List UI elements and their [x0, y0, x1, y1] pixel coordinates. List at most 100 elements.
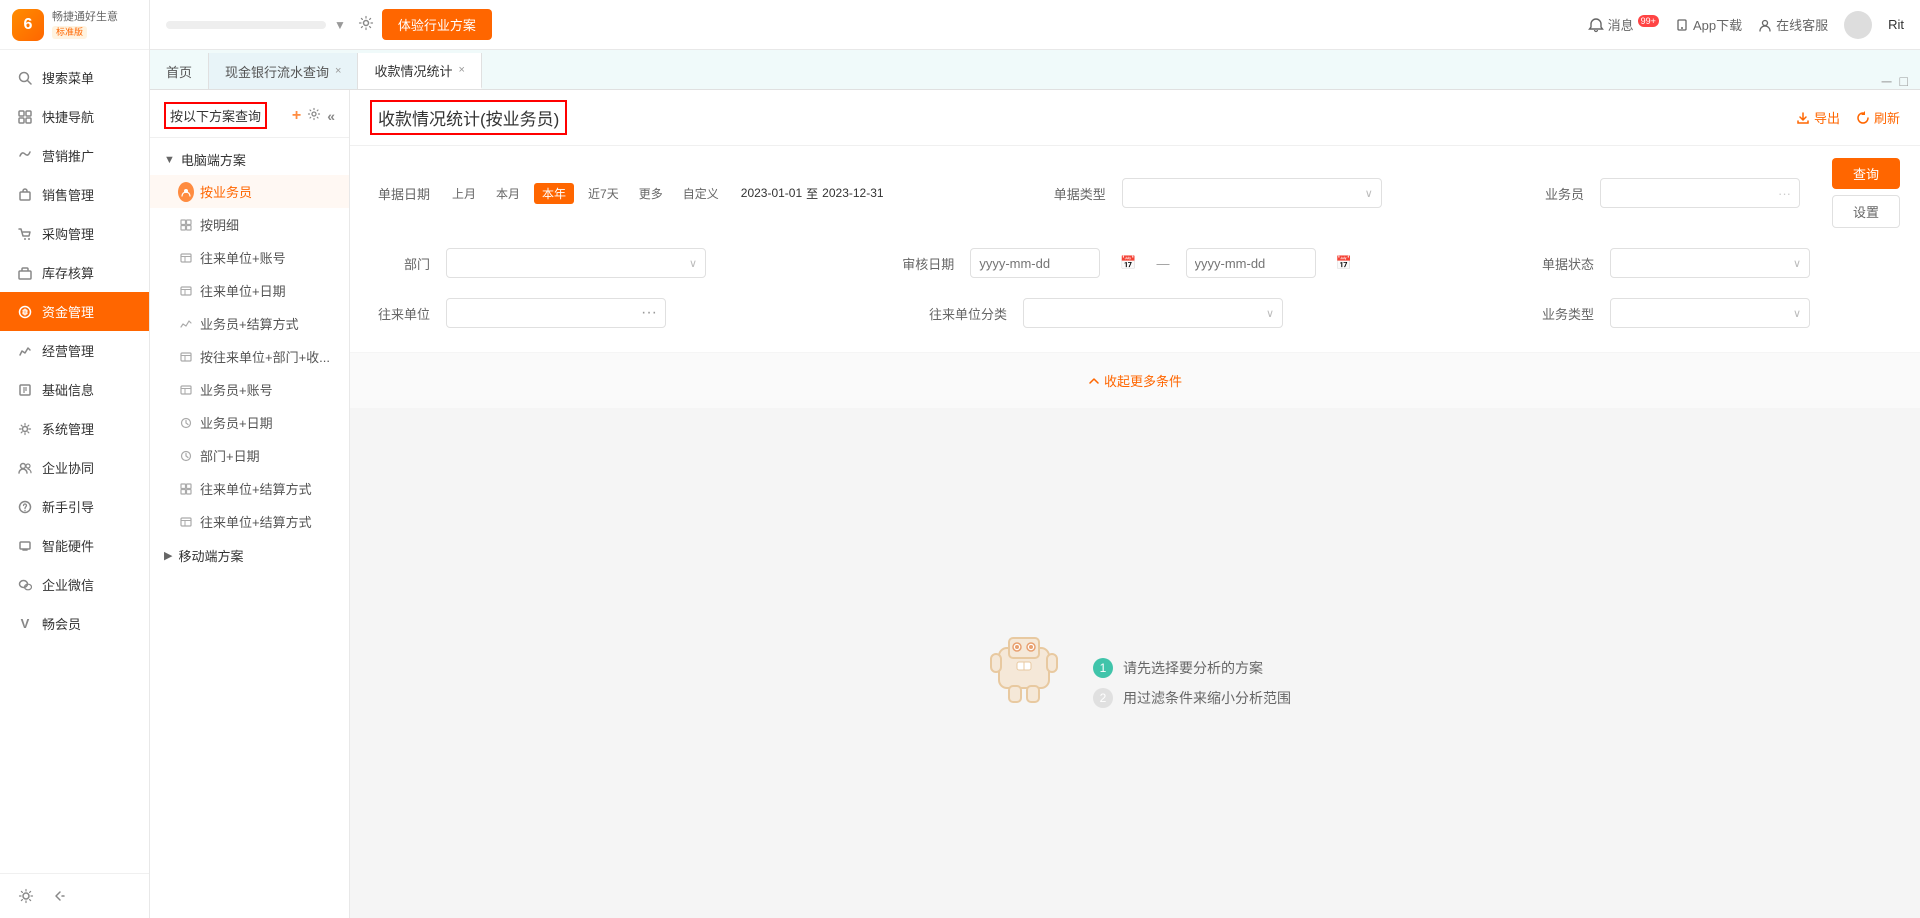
sidebar-label-purchase: 采购管理 — [42, 224, 94, 243]
window-minimize-icon[interactable]: ─ — [1882, 73, 1892, 89]
scheme-item-partner-dept[interactable]: 按往来单位+部门+收... — [150, 340, 349, 373]
date-range-display: 2023-01-01 至 2023-12-31 — [741, 185, 884, 202]
sidebar-item-member[interactable]: V 畅会员 — [0, 604, 149, 643]
date-btn-custom[interactable]: 自定义 — [677, 183, 725, 204]
topbar-gear-icon[interactable] — [358, 15, 374, 34]
scheme-collapse-btn[interactable]: « — [327, 108, 335, 124]
tab-collection[interactable]: 收款情况统计 × — [358, 53, 481, 89]
settings-icon[interactable] — [16, 886, 36, 906]
topbar-dropdown[interactable]: ▼ — [334, 18, 346, 32]
scheme-add-btn[interactable]: + — [292, 107, 301, 125]
review-date-from[interactable] — [970, 248, 1100, 278]
date-btn-last-month[interactable]: 上月 — [446, 183, 482, 204]
trial-button[interactable]: 体验行业方案 — [382, 9, 492, 40]
settings-button[interactable]: 设置 — [1832, 195, 1900, 228]
sidebar-item-finance[interactable]: 资金管理 — [0, 292, 149, 331]
tab-cashflow[interactable]: 现金银行流水查询 × — [209, 53, 358, 89]
member-icon: V — [16, 615, 34, 633]
sidebar-item-purchase[interactable]: 采购管理 — [0, 214, 149, 253]
scheme-group-desktop: ▼ 电脑端方案 按业务员 — [150, 144, 349, 538]
sidebar-item-basicinfo[interactable]: 基础信息 — [0, 370, 149, 409]
salesperson-select[interactable]: ··· — [1600, 178, 1800, 208]
scheme-item-partner-payment1[interactable]: 往来单位+结算方式 — [150, 472, 349, 505]
sidebar-item-system[interactable]: 系统管理 — [0, 409, 149, 448]
online-service-area[interactable]: 在线客服 — [1758, 15, 1828, 34]
partner-account-icon — [178, 250, 194, 266]
biz-type-select[interactable]: ∨ — [1610, 298, 1810, 328]
sidebar-item-wechat[interactable]: 企业微信 — [0, 565, 149, 604]
scheme-item-dept-date-label: 部门+日期 — [200, 446, 260, 465]
scheme-group-header-desktop[interactable]: ▼ 电脑端方案 — [150, 144, 349, 175]
desktop-group-arrow: ▼ — [164, 154, 175, 166]
page-header-actions: 导出 刷新 — [1796, 108, 1900, 127]
purchase-icon — [16, 225, 34, 243]
robot-illustration — [979, 618, 1069, 708]
topbar-search-display[interactable] — [166, 21, 326, 29]
date-to: 2023-12-31 — [822, 186, 883, 200]
date-btn-this-year[interactable]: 本年 — [534, 183, 574, 204]
partner-dots[interactable]: ··· — [641, 304, 657, 322]
user-avatar[interactable] — [1844, 11, 1872, 39]
refresh-button[interactable]: 刷新 — [1856, 108, 1900, 127]
doc-type-label: 单据类型 — [1036, 184, 1106, 203]
window-maximize-icon[interactable]: □ — [1900, 73, 1908, 89]
tabbar: 首页 现金银行流水查询 × 收款情况统计 × ─ □ — [150, 50, 1920, 90]
app-download-area[interactable]: App下载 — [1675, 15, 1742, 34]
partner-category-select[interactable]: ∨ — [1023, 298, 1283, 328]
sidebar-item-sales[interactable]: 销售管理 — [0, 175, 149, 214]
tab-collection-close[interactable]: × — [458, 64, 464, 76]
doc-status-select[interactable]: ∨ — [1610, 248, 1810, 278]
collapse-button[interactable]: 收起更多条件 — [1088, 361, 1182, 400]
filter-row-2: 部门 ∨ 审核日期 📅 — 📅 单据状态 — [350, 240, 1920, 278]
date-btn-7days[interactable]: 近7天 — [582, 183, 625, 204]
calendar-to-icon[interactable]: 📅 — [1336, 255, 1352, 271]
sales-icon — [16, 186, 34, 204]
filter-section: 单据日期 上月 本月 本年 近7天 更多 自定义 2023-01-01 至 20… — [350, 146, 1920, 408]
doc-type-chevron: ∨ — [1365, 187, 1373, 200]
sidebar-item-newbie[interactable]: 新手引导 — [0, 487, 149, 526]
step-1-num: 1 — [1093, 658, 1113, 678]
review-date-to[interactable] — [1186, 248, 1316, 278]
marketing-icon — [16, 147, 34, 165]
scheme-group-mobile: ▶ 移动端方案 — [150, 540, 349, 571]
scheme-item-salesperson-payment[interactable]: 业务员+结算方式 — [150, 307, 349, 340]
scheme-item-salesperson-account[interactable]: 业务员+账号 — [150, 373, 349, 406]
logo-text: 畅捷通好生意 标准版 — [52, 10, 118, 40]
scheme-settings-btn[interactable] — [307, 107, 321, 124]
query-button[interactable]: 查询 — [1832, 158, 1900, 189]
scheme-item-detail[interactable]: 按明细 — [150, 208, 349, 241]
scheme-item-by-salesperson[interactable]: 按业务员 — [150, 175, 349, 208]
scheme-item-partner-payment2[interactable]: 往来单位+结算方式 — [150, 505, 349, 538]
collapse-sidebar-icon[interactable] — [48, 886, 68, 906]
scheme-item-partner-account[interactable]: 往来单位+账号 — [150, 241, 349, 274]
sidebar-item-hardware[interactable]: 智能硬件 — [0, 526, 149, 565]
export-button[interactable]: 导出 — [1796, 108, 1840, 127]
message-area[interactable]: 消息 99+ — [1588, 15, 1659, 34]
tab-home[interactable]: 首页 — [150, 53, 209, 89]
message-badge: 99+ — [1638, 15, 1659, 27]
date-from: 2023-01-01 — [741, 186, 802, 200]
sidebar-item-inventory[interactable]: 库存核算 — [0, 253, 149, 292]
scheme-item-salesperson-date[interactable]: 业务员+日期 — [150, 406, 349, 439]
tab-cashflow-close[interactable]: × — [335, 65, 341, 77]
scheme-item-partner-date[interactable]: 往来单位+日期 — [150, 274, 349, 307]
scheme-item-dept-date[interactable]: 部门+日期 — [150, 439, 349, 472]
date-btn-this-month[interactable]: 本月 — [490, 183, 526, 204]
sidebar-item-search[interactable]: 搜索菜单 — [0, 58, 149, 97]
placeholder-content: 1 请先选择要分析的方案 2 用过滤条件来缩小分析范围 — [979, 618, 1291, 708]
scheme-item-partner-dept-label: 按往来单位+部门+收... — [200, 347, 330, 366]
date-btn-more[interactable]: 更多 — [633, 183, 669, 204]
sidebar-item-marketing[interactable]: 营销推广 — [0, 136, 149, 175]
partner-select[interactable]: ··· — [446, 298, 666, 328]
doc-status-chevron: ∨ — [1793, 257, 1801, 270]
sidebar-item-operations[interactable]: 经营管理 — [0, 331, 149, 370]
sidebar-label-marketing: 营销推广 — [42, 146, 94, 165]
sidebar-item-enterprise[interactable]: 企业协同 — [0, 448, 149, 487]
doc-type-select[interactable]: ∨ — [1122, 178, 1382, 208]
dept-label: 部门 — [370, 254, 430, 273]
dept-select[interactable]: ∨ — [446, 248, 706, 278]
calendar-from-icon[interactable]: 📅 — [1120, 255, 1136, 271]
filter-dash: — — [1157, 256, 1170, 271]
sidebar-item-quicknav[interactable]: 快捷导航 — [0, 97, 149, 136]
scheme-group-header-mobile[interactable]: ▶ 移动端方案 — [150, 540, 349, 571]
